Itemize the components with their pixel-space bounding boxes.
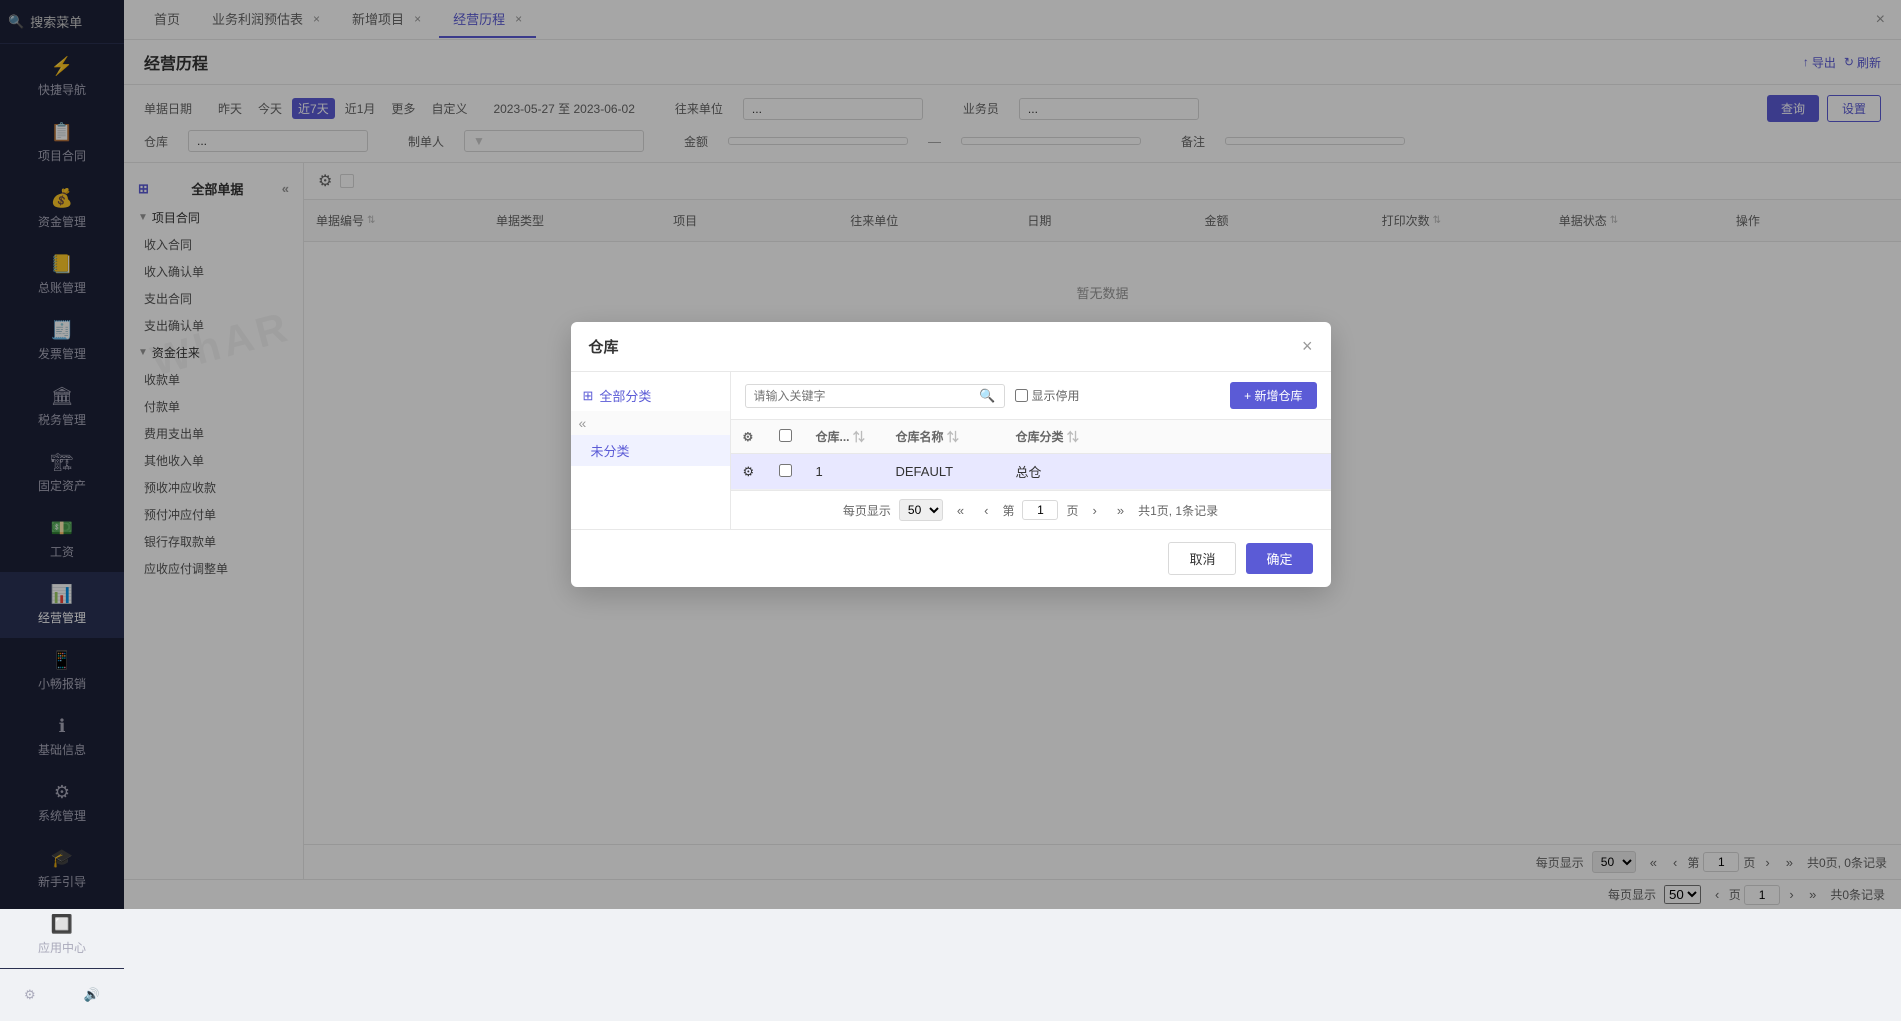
modal-footer: 取消 确定 — [571, 529, 1331, 587]
sort-icon-name: ⇅ — [947, 430, 959, 444]
modal-search-box[interactable]: 🔍 — [745, 384, 1005, 408]
modal-pagination: 每页显示 50 « ‹ 第 页 › » 共1页, 1条记录 — [731, 490, 1331, 529]
modal-row-gear: ⚙ — [731, 454, 767, 490]
modal-table-row[interactable]: ⚙ 1 DEFAULT 总仓 — [731, 454, 1331, 490]
modal-search-input[interactable] — [754, 389, 980, 403]
modal-table: ⚙ 仓库... ⇅ 仓库名称 ⇅ — [731, 420, 1331, 490]
modal-tree: ⊞ 全部分类 « 未分类 — [571, 372, 731, 529]
modal-row-name: 总仓 — [1004, 454, 1331, 490]
modal-th-cat: 仓库分类 ⇅ — [1004, 420, 1331, 454]
modal-per-page-label: 每页显示 — [843, 502, 891, 519]
modal-title: 仓库 — [589, 336, 619, 357]
modal-row-code: DEFAULT — [884, 454, 1004, 490]
sidebar-settings-btn[interactable]: ⚙ — [16, 979, 44, 1011]
modal-per-page-select[interactable]: 50 — [899, 499, 943, 521]
modal-page-input[interactable] — [1022, 500, 1058, 520]
sidebar-audio-btn[interactable]: 🔊 — [76, 979, 108, 1011]
modal-total-info: 共1页, 1条记录 — [1138, 502, 1218, 519]
sidebar-bottom: ⚙ 🔊 — [0, 968, 124, 1021]
sort-icon-id: ⇅ — [853, 430, 865, 444]
modal-next-btn[interactable]: › — [1087, 501, 1103, 520]
sidebar-item-label: 应用中心 — [38, 939, 86, 956]
modal-toolbar: 🔍 显示停用 + 新增仓库 — [731, 372, 1331, 420]
modal-overlay[interactable]: 仓库 × ⊞ 全部分类 « 未分类 — [0, 0, 1901, 909]
confirm-button[interactable]: 确定 — [1246, 543, 1312, 574]
modal-search-icon: 🔍 — [979, 388, 995, 404]
app-center-icon: 🔲 — [51, 914, 73, 935]
modal-tree-all-label: 全部分类 — [599, 386, 651, 405]
modal-right-content: 🔍 显示停用 + 新增仓库 ⚙ — [731, 372, 1331, 529]
collapse-left-icon: « — [579, 415, 587, 431]
modal-row-id: 1 — [804, 454, 884, 490]
modal-th-gear: ⚙ — [731, 420, 767, 454]
modal-row-check[interactable] — [767, 454, 804, 490]
show-disabled-checkbox[interactable] — [1015, 389, 1028, 402]
show-disabled-toggle[interactable]: 显示停用 — [1015, 387, 1080, 404]
add-warehouse-button[interactable]: + 新增仓库 — [1230, 382, 1316, 409]
modal-tree-item-unclassified[interactable]: 未分类 — [571, 435, 730, 466]
modal-body: ⊞ 全部分类 « 未分类 🔍 — [571, 372, 1331, 529]
modal-tree-header[interactable]: ⊞ 全部分类 — [571, 380, 730, 411]
sidebar-item-app-center[interactable]: 🔲 应用中心 — [0, 902, 124, 968]
modal-header: 仓库 × — [571, 322, 1331, 372]
modal-row-checkbox[interactable] — [779, 464, 792, 477]
modal-page-label: 页 — [1066, 502, 1078, 519]
modal-th-check — [767, 420, 804, 454]
cancel-button[interactable]: 取消 — [1168, 542, 1236, 575]
modal-th-id: 仓库... ⇅ — [804, 420, 884, 454]
warehouse-modal: 仓库 × ⊞ 全部分类 « 未分类 — [571, 322, 1331, 587]
sort-icon-cat: ⇅ — [1067, 430, 1079, 444]
modal-tree-collapse-btn[interactable]: « — [571, 411, 730, 435]
modal-close-btn[interactable]: × — [1302, 336, 1313, 357]
modal-select-all[interactable] — [779, 429, 792, 442]
modal-tree-grid-icon: ⊞ — [583, 388, 594, 404]
modal-first-btn[interactable]: « — [951, 501, 970, 520]
modal-page-pre-label: 第 — [1002, 502, 1014, 519]
show-disabled-label: 显示停用 — [1032, 387, 1080, 404]
modal-th-name: 仓库名称 ⇅ — [884, 420, 1004, 454]
modal-last-btn[interactable]: » — [1111, 501, 1130, 520]
modal-prev-btn[interactable]: ‹ — [978, 501, 994, 520]
